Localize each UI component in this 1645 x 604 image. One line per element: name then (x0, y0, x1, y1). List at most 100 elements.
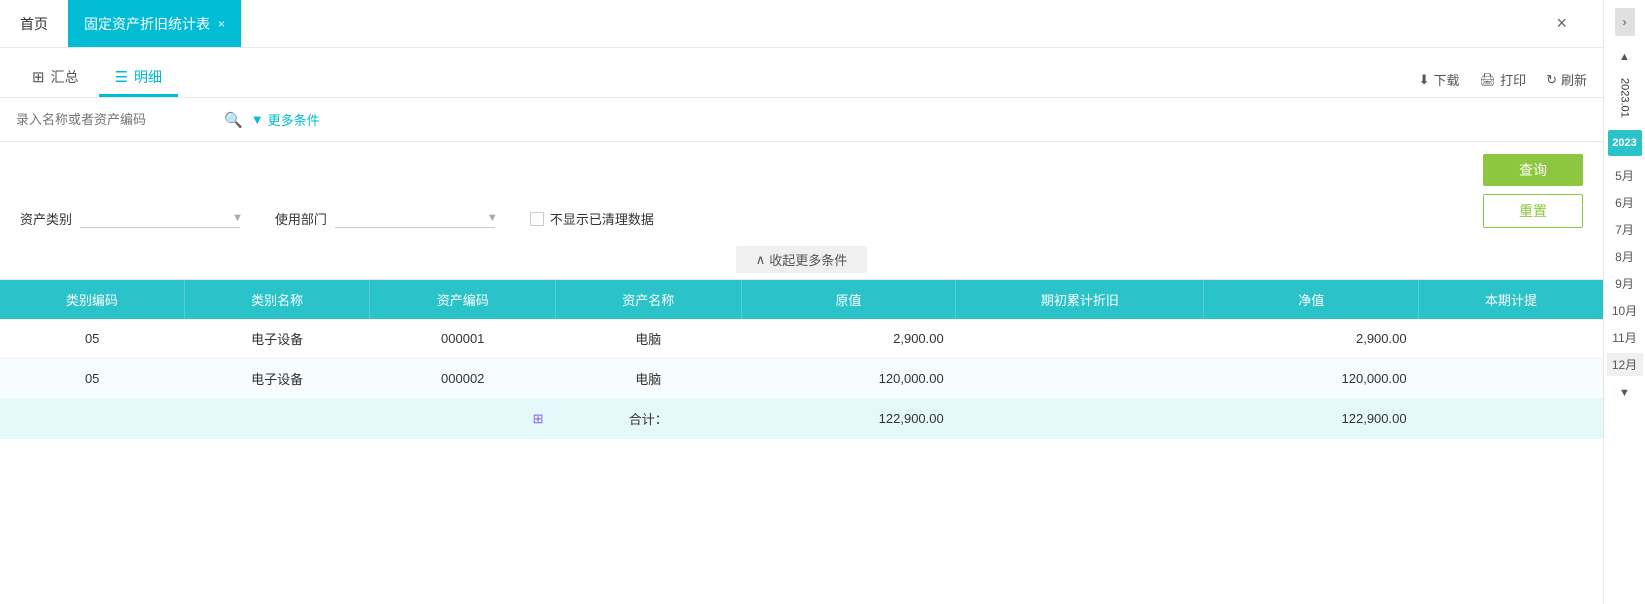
home-tab[interactable]: 首页 (0, 0, 68, 47)
top-nav: 首页 固定资产折旧统计表 × × (0, 0, 1603, 48)
summary-icon: ⊞ (32, 68, 45, 86)
total-current-depreciation (1419, 399, 1603, 439)
more-filter-button[interactable]: ▼ 更多条件 (251, 110, 320, 129)
hide-cleared-checkbox[interactable] (530, 212, 544, 226)
total-original-value: 122,900.00 (741, 399, 956, 439)
tab-detail[interactable]: ☰ 明细 (99, 59, 178, 97)
tab-summary[interactable]: ⊞ 汇总 (16, 59, 95, 97)
total-icon: ⊞ (533, 411, 544, 426)
tab-label: 固定资产折旧统计表 (84, 14, 210, 34)
search-bar: 🔍 ▼ 更多条件 (0, 98, 1603, 142)
hide-cleared-label: 不显示已清理数据 (550, 209, 654, 228)
col-net-value: 净值 (1204, 280, 1419, 319)
expand-icon: › (1623, 15, 1627, 29)
tab-summary-label: 汇总 (51, 67, 79, 87)
window-close-icon[interactable]: × (1556, 13, 1567, 34)
use-dept-label: 使用部门 (275, 209, 327, 228)
cell-asset-code: 000002 (370, 359, 556, 399)
total-initial-depreciation (956, 399, 1204, 439)
cell-asset-code: 000001 (370, 319, 556, 359)
asset-category-arrow-icon: ▼ (232, 212, 243, 224)
sub-tabs-left: ⊞ 汇总 ☰ 明细 (16, 48, 178, 97)
table-row: 05 电子设备 000002 电脑 120,000.00 120,000.00 (0, 359, 1603, 399)
search-input[interactable] (16, 112, 216, 127)
col-category-name: 类别名称 (184, 280, 370, 319)
cell-net-value: 2,900.00 (1204, 319, 1419, 359)
cell-category-code: 05 (0, 319, 184, 359)
window-close-area: × (241, 13, 1587, 34)
collapse-button[interactable]: ∧ 收起更多条件 (736, 246, 868, 273)
refresh-button[interactable]: ↻ 刷新 (1546, 70, 1587, 89)
refresh-label: 刷新 (1561, 70, 1587, 89)
collapse-label: 收起更多条件 (769, 250, 847, 269)
right-panel: › ▲ 2023.01 2023 5月 6月 7月 8月 9月 10月 11月 12月 ▼ (1603, 0, 1645, 604)
right-expand-button[interactable]: › (1615, 8, 1635, 36)
cell-initial-depreciation (956, 319, 1204, 359)
filter-row: 资产类别 ▼ 使用部门 ▼ 不显示已清理数据 查询 重置 (20, 154, 1583, 228)
filter-label: 更多条件 (268, 110, 320, 129)
month-nav-item[interactable]: 11月 (1607, 326, 1643, 349)
detail-icon: ☰ (115, 68, 128, 86)
refresh-icon: ↻ (1546, 72, 1557, 88)
total-net-value: 122,900.00 (1204, 399, 1419, 439)
month-nav-item[interactable]: 6月 (1607, 191, 1643, 214)
print-button[interactable]: 🖨 打印 (1480, 70, 1527, 89)
download-button[interactable]: ⬇ 下载 (1419, 70, 1460, 89)
use-dept-select[interactable] (335, 208, 495, 228)
use-dept-filter: 使用部门 ▼ (275, 208, 498, 228)
cell-current-depreciation (1419, 319, 1603, 359)
cell-category-name: 电子设备 (184, 319, 370, 359)
table-row: 05 电子设备 000001 电脑 2,900.00 2,900.00 (0, 319, 1603, 359)
table-header-row: 类别编码 类别名称 资产编码 资产名称 原值 期初累计折旧 净值 本期计提 (0, 280, 1603, 319)
col-original-value: 原值 (741, 280, 956, 319)
filter-action-buttons: 查询 重置 (1483, 154, 1583, 228)
col-asset-code: 资产编码 (370, 280, 556, 319)
col-category-code: 类别编码 (0, 280, 184, 319)
search-icon[interactable]: 🔍 (224, 111, 243, 129)
cell-asset-name: 电脑 (556, 319, 742, 359)
tab-close-icon[interactable]: × (218, 17, 225, 31)
asset-category-select[interactable] (80, 208, 240, 228)
cell-original-value: 2,900.00 (741, 319, 956, 359)
month-nav-item[interactable]: 12月 (1607, 353, 1643, 376)
total-row: ⊞ 合计： 122,900.00 122,900.00 (0, 399, 1603, 439)
year-badge: 2023 (1608, 130, 1642, 156)
month-nav-item[interactable]: 9月 (1607, 272, 1643, 295)
download-icon: ⬇ (1419, 72, 1430, 88)
month-nav-item[interactable]: 10月 (1607, 299, 1643, 322)
filter-icon: ▼ (251, 112, 264, 127)
sub-tabs-bar: ⊞ 汇总 ☰ 明细 ⬇ 下载 🖨 打印 ↻ 刷新 (0, 48, 1603, 98)
print-label: 打印 (1500, 70, 1526, 89)
cell-net-value: 120,000.00 (1204, 359, 1419, 399)
date-label: 2023.01 (1619, 74, 1631, 122)
toolbar: ⬇ 下载 🖨 打印 ↻ 刷新 (1419, 70, 1587, 97)
cell-current-depreciation (1419, 359, 1603, 399)
col-current-depreciation: 本期计提 (1419, 280, 1603, 319)
query-button[interactable]: 查询 (1483, 154, 1583, 186)
collapse-row: ∧ 收起更多条件 (20, 240, 1583, 279)
scroll-up-button[interactable]: ▲ (1608, 44, 1642, 70)
table-wrapper: 类别编码 类别名称 资产编码 资产名称 原值 期初累计折旧 净值 本期计提 05… (0, 280, 1603, 604)
cell-initial-depreciation (956, 359, 1204, 399)
reset-button[interactable]: 重置 (1483, 194, 1583, 228)
cell-category-name: 电子设备 (184, 359, 370, 399)
total-label: 合计： (556, 399, 742, 439)
filter-panel: 资产类别 ▼ 使用部门 ▼ 不显示已清理数据 查询 重置 ∧ 收起更多条件 (0, 142, 1603, 280)
month-nav-item[interactable]: 8月 (1607, 245, 1643, 268)
main-tab[interactable]: 固定资产折旧统计表 × (68, 0, 241, 47)
data-table: 类别编码 类别名称 资产编码 资产名称 原值 期初累计折旧 净值 本期计提 05… (0, 280, 1603, 439)
col-asset-name: 资产名称 (556, 280, 742, 319)
scroll-down-button[interactable]: ▼ (1608, 380, 1642, 406)
cell-category-code: 05 (0, 359, 184, 399)
print-icon: 🖨 (1480, 72, 1497, 88)
tab-detail-label: 明细 (134, 67, 162, 87)
month-nav-item[interactable]: 7月 (1607, 218, 1643, 241)
hide-cleared-filter: 不显示已清理数据 (530, 209, 654, 228)
cell-asset-name: 电脑 (556, 359, 742, 399)
month-nav-item[interactable]: 5月 (1607, 164, 1643, 187)
asset-category-label: 资产类别 (20, 209, 72, 228)
cell-original-value: 120,000.00 (741, 359, 956, 399)
asset-category-filter: 资产类别 ▼ (20, 208, 243, 228)
download-label: 下载 (1434, 70, 1460, 89)
collapse-icon: ∧ (756, 252, 766, 268)
